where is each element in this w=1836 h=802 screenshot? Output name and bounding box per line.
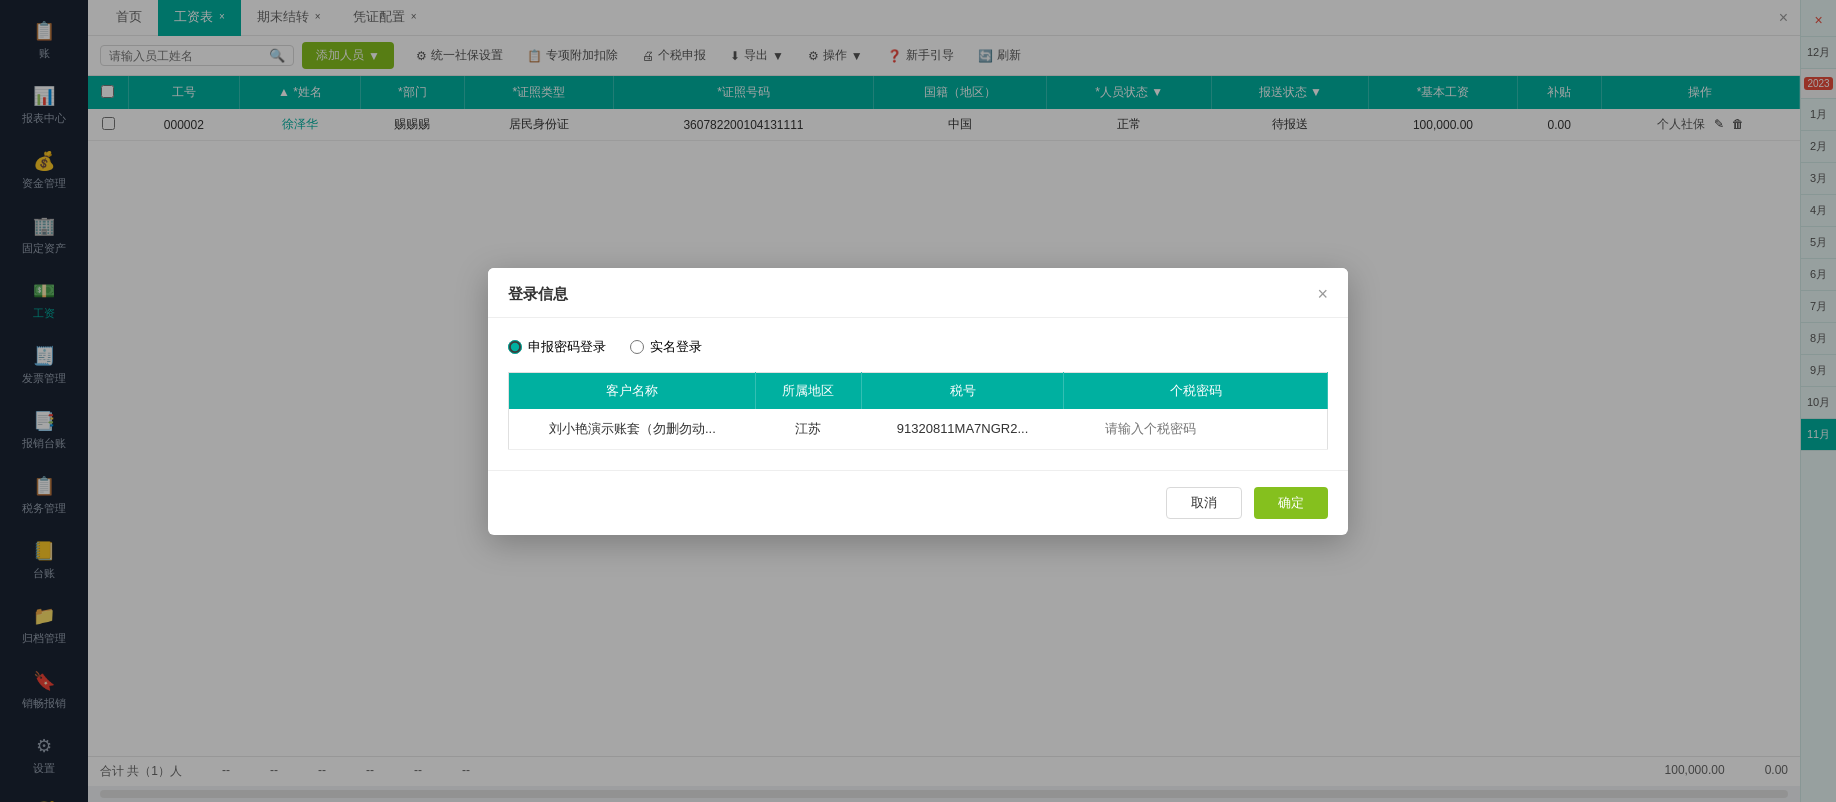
modal-col-client: 客户名称 [509, 372, 756, 409]
radio-password-input[interactable] [508, 340, 522, 354]
modal-password-cell [1064, 409, 1328, 450]
modal-col-password: 个税密码 [1064, 372, 1328, 409]
tax-password-input[interactable] [1105, 421, 1285, 436]
login-info-table: 客户名称 所属地区 税号 个税密码 刘小艳演示账套（勿删勿动... 江苏 913… [508, 372, 1328, 450]
modal-body: 申报密码登录 实名登录 客户名称 所属地区 税号 个税密码 [488, 318, 1348, 470]
login-type-radio-group: 申报密码登录 实名登录 [508, 338, 1328, 356]
modal-col-region: 所属地区 [756, 372, 861, 409]
modal-table-row: 刘小艳演示账套（勿删勿动... 江苏 91320811MA7NGR2... [509, 409, 1328, 450]
radio-realname-login[interactable]: 实名登录 [630, 338, 702, 356]
modal-col-tax-no: 税号 [861, 372, 1064, 409]
modal-title: 登录信息 [508, 285, 568, 304]
radio-realname-input[interactable] [630, 340, 644, 354]
modal-close-btn[interactable]: × [1317, 284, 1328, 305]
modal-region: 江苏 [756, 409, 861, 450]
modal-footer: 取消 确定 [488, 470, 1348, 535]
modal-tax-no: 91320811MA7NGR2... [861, 409, 1064, 450]
login-info-modal: 登录信息 × 申报密码登录 实名登录 [488, 268, 1348, 535]
radio-password-login[interactable]: 申报密码登录 [508, 338, 606, 356]
cancel-button[interactable]: 取消 [1166, 487, 1242, 519]
modal-overlay: 登录信息 × 申报密码登录 实名登录 [0, 0, 1836, 802]
modal-client-name: 刘小艳演示账套（勿删勿动... [509, 409, 756, 450]
confirm-button[interactable]: 确定 [1254, 487, 1328, 519]
modal-header: 登录信息 × [488, 268, 1348, 318]
